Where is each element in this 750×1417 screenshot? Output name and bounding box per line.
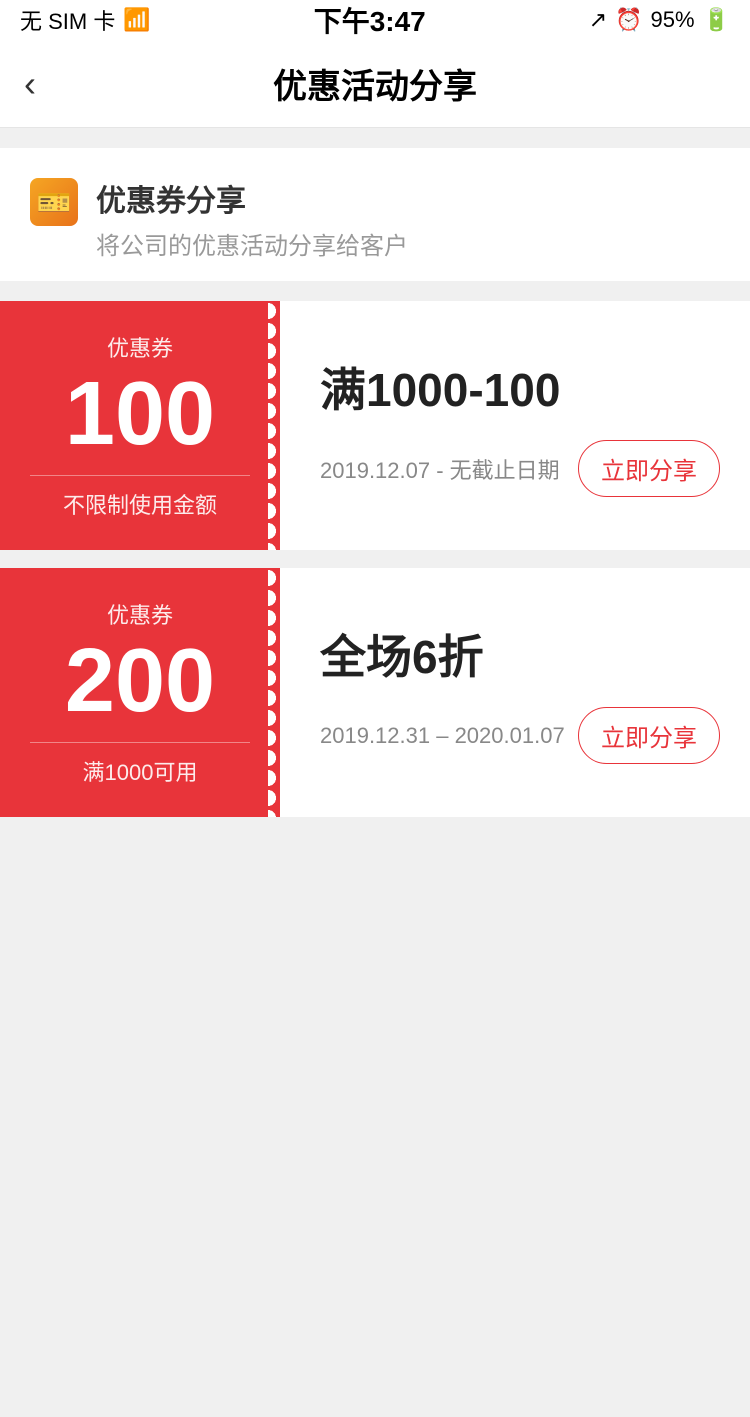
status-time: 下午3:47: [314, 0, 426, 40]
location-icon: ↗: [589, 7, 607, 33]
status-left: 无 SIM 卡 📶: [20, 4, 151, 36]
share-button-2[interactable]: 立即分享: [578, 707, 720, 764]
section-header: 🎫 优惠券分享 将公司的优惠活动分享给客户: [0, 148, 750, 281]
carrier-text: 无 SIM 卡: [20, 4, 115, 36]
back-button[interactable]: ‹: [24, 63, 36, 105]
coupon-gift-icon: 🎫: [30, 178, 78, 226]
coupon-amount-2: 200: [65, 636, 215, 726]
coupon-divider-1: [30, 475, 250, 476]
coupon-divider-2: [30, 742, 250, 743]
nav-bar: ‹ 优惠活动分享: [0, 40, 750, 128]
coupons-container: 优惠券 100 不限制使用金额 满1000-100 2019.12.07 - 无…: [0, 281, 750, 837]
status-bar: 无 SIM 卡 📶 下午3:47 ↗ ⏰ 95% 🔋: [0, 0, 750, 40]
coupon-condition-2: 满1000可用: [83, 755, 198, 787]
coupon-left-1: 优惠券 100 不限制使用金额: [0, 301, 280, 550]
alarm-icon: ⏰: [615, 7, 642, 33]
coupon-right-1: 满1000-100 2019.12.07 - 无截止日期 立即分享: [280, 301, 750, 550]
battery-text: 95%: [651, 7, 695, 33]
coupon-title-2: 全场6折: [320, 621, 720, 687]
coupon-card-2: 优惠券 200 满1000可用 全场6折 2019.12.31 – 2020.0…: [0, 568, 750, 817]
coupon-right-2: 全场6折 2019.12.31 – 2020.01.07 立即分享: [280, 568, 750, 817]
coupon-date-1: 2019.12.07 - 无截止日期: [320, 453, 566, 485]
section-icon-wrapper: 🎫: [28, 176, 80, 228]
coupon-meta-2: 2019.12.31 – 2020.01.07 立即分享: [320, 707, 720, 764]
wifi-icon: 📶: [123, 7, 150, 33]
section-text: 优惠券分享 将公司的优惠活动分享给客户: [96, 176, 408, 261]
share-button-1[interactable]: 立即分享: [578, 440, 720, 497]
page-title: 优惠活动分享: [273, 59, 477, 108]
coupon-label-1: 优惠券: [107, 331, 173, 363]
coupon-title-1: 满1000-100: [320, 354, 720, 420]
battery-icon: 🔋: [703, 7, 730, 33]
coupon-card-1: 优惠券 100 不限制使用金额 满1000-100 2019.12.07 - 无…: [0, 301, 750, 550]
coupon-date-2: 2019.12.31 – 2020.01.07: [320, 723, 566, 749]
section-subtitle: 将公司的优惠活动分享给客户: [96, 226, 408, 261]
coupon-left-2: 优惠券 200 满1000可用: [0, 568, 280, 817]
status-right: ↗ ⏰ 95% 🔋: [589, 7, 730, 33]
coupon-meta-1: 2019.12.07 - 无截止日期 立即分享: [320, 440, 720, 497]
coupon-label-2: 优惠券: [107, 598, 173, 630]
coupon-amount-1: 100: [65, 369, 215, 459]
gray-area: [0, 837, 750, 1417]
coupon-condition-1: 不限制使用金额: [63, 488, 217, 520]
section-title: 优惠券分享: [96, 176, 408, 220]
